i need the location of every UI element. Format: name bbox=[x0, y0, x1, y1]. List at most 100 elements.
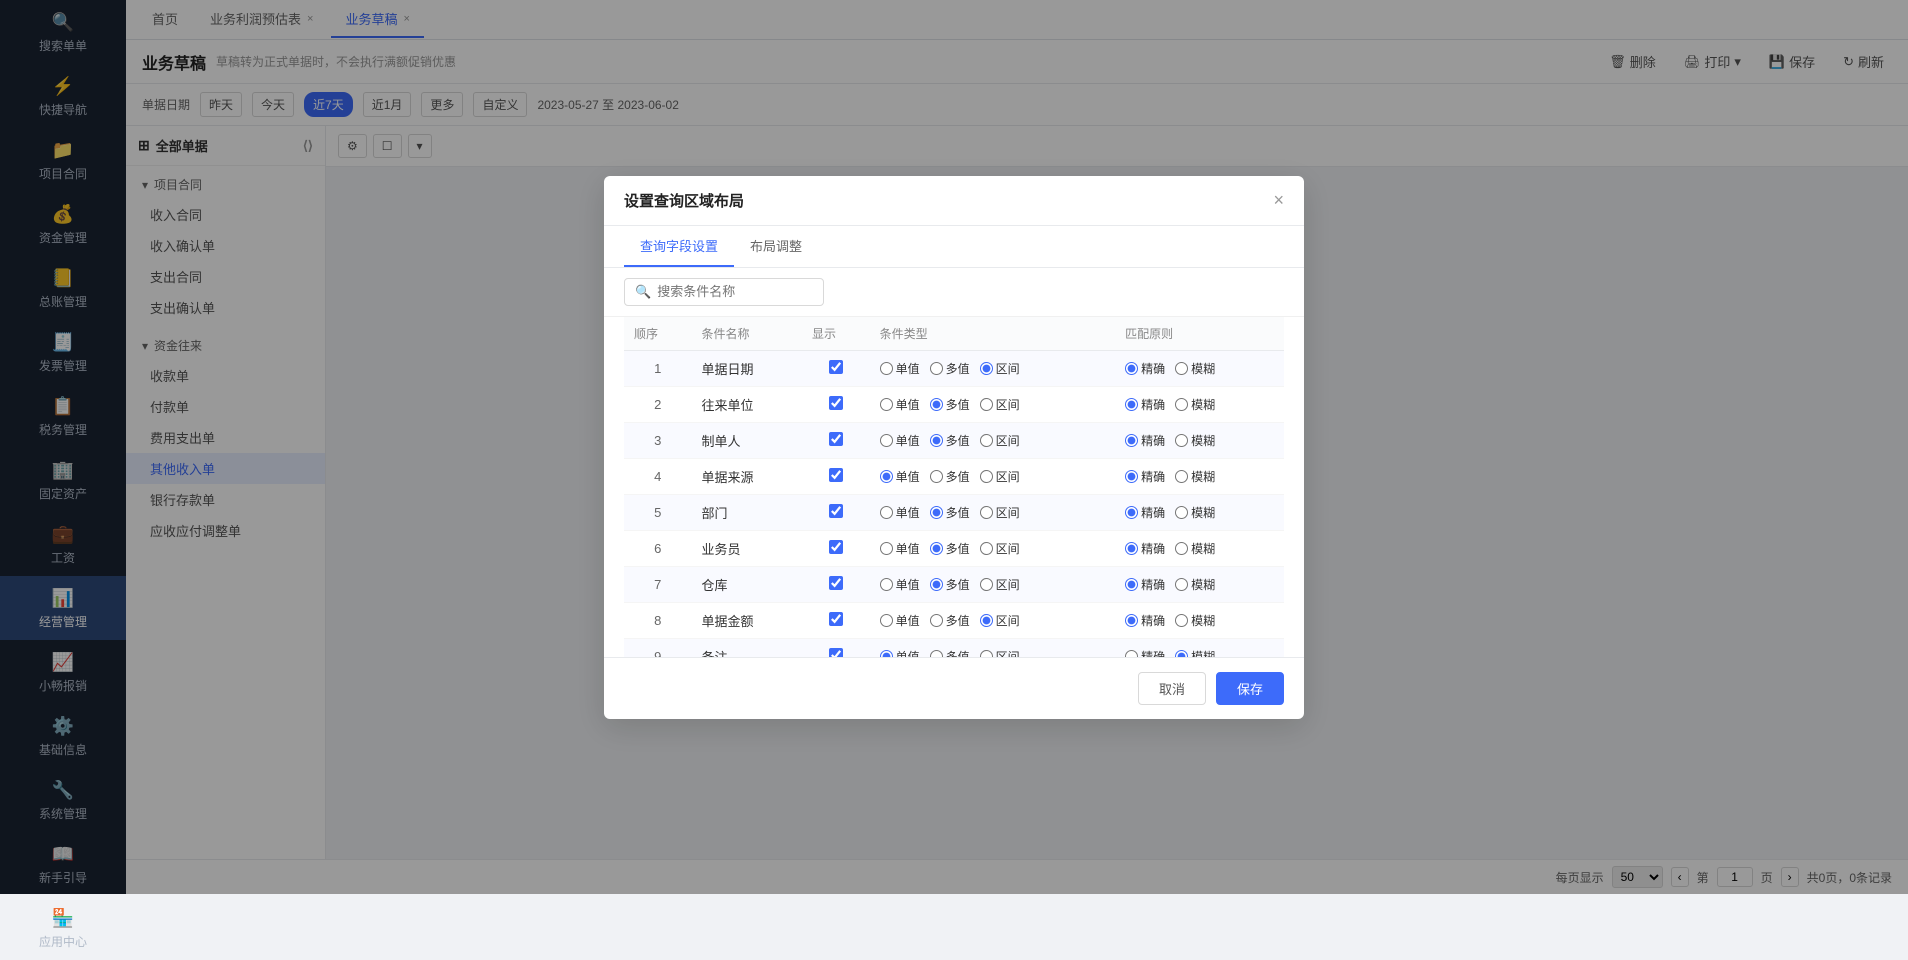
modal-tab-layout[interactable]: 布局调整 bbox=[734, 226, 818, 267]
match-radio-item[interactable]: 精确 bbox=[1125, 648, 1165, 657]
match-radio-item[interactable]: 精确 bbox=[1125, 612, 1165, 629]
match-radio-item[interactable]: 精确 bbox=[1125, 504, 1165, 521]
match-radio-item[interactable]: 模糊 bbox=[1175, 540, 1215, 557]
type-radio-item[interactable]: 单值 bbox=[880, 648, 920, 657]
type-radio-item[interactable]: 多值 bbox=[930, 576, 970, 593]
type-radio-item[interactable]: 单值 bbox=[880, 504, 920, 521]
type-radio-item[interactable]: 单值 bbox=[880, 396, 920, 413]
match-radio-item[interactable]: 精确 bbox=[1125, 360, 1165, 377]
col-type: 条件类型 bbox=[870, 317, 1116, 351]
cell-name: 往来单位 bbox=[692, 386, 803, 422]
display-checkbox[interactable] bbox=[829, 396, 843, 410]
radio-label: 单值 bbox=[896, 504, 920, 521]
type-radio-item[interactable]: 区间 bbox=[980, 504, 1020, 521]
type-radio-item[interactable]: 单值 bbox=[880, 576, 920, 593]
cell-match: 精确模糊 bbox=[1115, 602, 1284, 638]
type-radio-item[interactable]: 多值 bbox=[930, 612, 970, 629]
type-radio-item[interactable]: 单值 bbox=[880, 432, 920, 449]
appstore-icon: 🏪 bbox=[52, 908, 74, 929]
type-radio-item[interactable]: 区间 bbox=[980, 576, 1020, 593]
match-radio-item[interactable]: 精确 bbox=[1125, 576, 1165, 593]
type-radio-item[interactable]: 区间 bbox=[980, 360, 1020, 377]
type-radio-item[interactable]: 区间 bbox=[980, 468, 1020, 485]
type-radio-item[interactable]: 多值 bbox=[930, 648, 970, 657]
match-radio-label: 模糊 bbox=[1191, 504, 1215, 521]
cell-order: 3 bbox=[624, 422, 692, 458]
match-radio-label: 模糊 bbox=[1191, 648, 1215, 657]
sidebar-item-appstore[interactable]: 🏪 应用中心 bbox=[0, 896, 126, 960]
match-radio-item[interactable]: 模糊 bbox=[1175, 468, 1215, 485]
type-radio-item[interactable]: 区间 bbox=[980, 648, 1020, 657]
radio-label: 区间 bbox=[996, 540, 1020, 557]
match-radio-item[interactable]: 精确 bbox=[1125, 432, 1165, 449]
match-radio-label: 精确 bbox=[1141, 504, 1165, 521]
match-radio-label: 精确 bbox=[1141, 648, 1165, 657]
match-radio-label: 精确 bbox=[1141, 432, 1165, 449]
table-row: 2往来单位单值多值区间精确模糊 bbox=[624, 386, 1284, 422]
display-checkbox[interactable] bbox=[829, 504, 843, 518]
type-radio-item[interactable]: 多值 bbox=[930, 432, 970, 449]
modal-tab-query[interactable]: 查询字段设置 bbox=[624, 226, 734, 267]
radio-label: 区间 bbox=[996, 360, 1020, 377]
cell-match: 精确 模糊 bbox=[1115, 494, 1284, 530]
modal-overlay[interactable]: 设置查询区域布局 × 查询字段设置 布局调整 🔍 顺序 条件名称 显示 bbox=[0, 0, 1908, 894]
display-checkbox[interactable] bbox=[829, 648, 843, 657]
radio-label: 多值 bbox=[946, 360, 970, 377]
table-row: 5部门单值多值区间精确模糊 bbox=[624, 494, 1284, 530]
match-radio-item[interactable]: 模糊 bbox=[1175, 504, 1215, 521]
display-checkbox[interactable] bbox=[829, 468, 843, 482]
type-radio-item[interactable]: 区间 bbox=[980, 540, 1020, 557]
cell-match: 精确模糊 bbox=[1115, 386, 1284, 422]
type-radio-item[interactable]: 单值 bbox=[880, 360, 920, 377]
modal-search-area: 🔍 bbox=[604, 268, 1304, 317]
col-name: 条件名称 bbox=[692, 317, 803, 351]
match-radio-label: 精确 bbox=[1141, 468, 1165, 485]
match-radio-label: 精确 bbox=[1141, 576, 1165, 593]
type-radio-item[interactable]: 区间 bbox=[980, 432, 1020, 449]
modal-table-wrap: 顺序 条件名称 显示 条件类型 匹配原则 1单据日期单值多值区间精确模糊2往来单… bbox=[604, 317, 1304, 657]
modal-save-button[interactable]: 保存 bbox=[1216, 672, 1284, 705]
col-match: 匹配原则 bbox=[1115, 317, 1284, 351]
match-radio-item[interactable]: 精确 bbox=[1125, 540, 1165, 557]
display-checkbox[interactable] bbox=[829, 360, 843, 374]
radio-label: 单值 bbox=[896, 468, 920, 485]
modal: 设置查询区域布局 × 查询字段设置 布局调整 🔍 顺序 条件名称 显示 bbox=[604, 176, 1304, 719]
modal-close-button[interactable]: × bbox=[1273, 190, 1284, 211]
display-checkbox[interactable] bbox=[829, 612, 843, 626]
radio-label: 多值 bbox=[946, 468, 970, 485]
type-radio-item[interactable]: 多值 bbox=[930, 396, 970, 413]
radio-label: 区间 bbox=[996, 612, 1020, 629]
match-radio-item[interactable]: 精确 bbox=[1125, 396, 1165, 413]
display-checkbox[interactable] bbox=[829, 576, 843, 590]
match-radio-item[interactable]: 模糊 bbox=[1175, 432, 1215, 449]
cell-order: 4 bbox=[624, 458, 692, 494]
display-checkbox[interactable] bbox=[829, 540, 843, 554]
cell-order: 1 bbox=[624, 350, 692, 386]
type-radio-item[interactable]: 多值 bbox=[930, 504, 970, 521]
type-radio-item[interactable]: 单值 bbox=[880, 612, 920, 629]
match-radio-item[interactable]: 精确 bbox=[1125, 468, 1165, 485]
cell-type: 单值多值 区间 bbox=[870, 602, 1116, 638]
cancel-button[interactable]: 取消 bbox=[1138, 672, 1206, 705]
type-radio-item[interactable]: 区间 bbox=[980, 396, 1020, 413]
match-radio-label: 模糊 bbox=[1191, 576, 1215, 593]
type-radio-item[interactable]: 单值 bbox=[880, 540, 920, 557]
display-checkbox[interactable] bbox=[829, 432, 843, 446]
radio-label: 多值 bbox=[946, 396, 970, 413]
radio-label: 多值 bbox=[946, 576, 970, 593]
match-radio-item[interactable]: 模糊 bbox=[1175, 576, 1215, 593]
match-radio-item[interactable]: 模糊 bbox=[1175, 360, 1215, 377]
type-radio-item[interactable]: 多值 bbox=[930, 468, 970, 485]
type-radio-item[interactable]: 区间 bbox=[980, 612, 1020, 629]
type-radio-item[interactable]: 多值 bbox=[930, 360, 970, 377]
type-radio-item[interactable]: 单值 bbox=[880, 468, 920, 485]
match-radio-item[interactable]: 模糊 bbox=[1175, 612, 1215, 629]
radio-label: 单值 bbox=[896, 648, 920, 657]
cell-display bbox=[802, 494, 870, 530]
radio-label: 单值 bbox=[896, 576, 920, 593]
type-radio-item[interactable]: 多值 bbox=[930, 540, 970, 557]
radio-label: 区间 bbox=[996, 576, 1020, 593]
match-radio-item[interactable]: 模糊 bbox=[1175, 648, 1215, 657]
match-radio-item[interactable]: 模糊 bbox=[1175, 396, 1215, 413]
modal-search-input[interactable] bbox=[657, 284, 807, 299]
